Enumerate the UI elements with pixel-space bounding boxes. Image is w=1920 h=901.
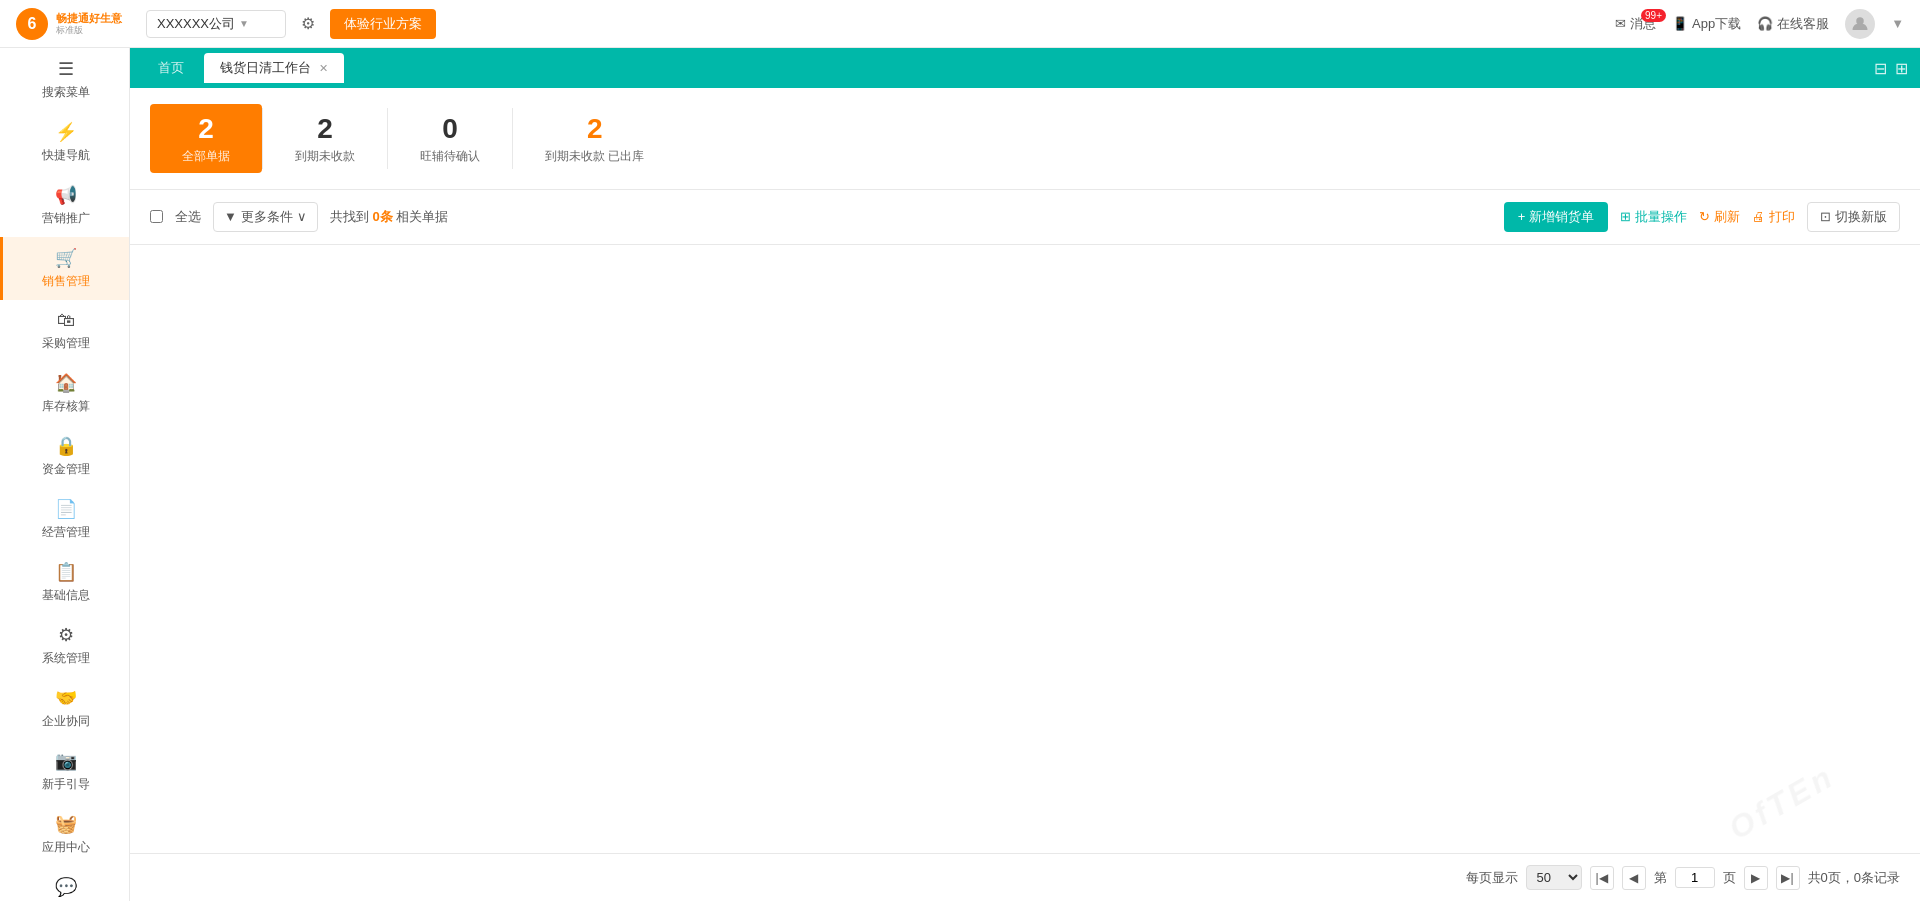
batch-icon: ⊞ <box>1620 209 1631 224</box>
logo-area: 6 畅捷通好生意 标准版 <box>16 8 146 40</box>
messages-btn[interactable]: ✉ 消息 99+ <box>1615 15 1656 33</box>
sidebar-item-operation[interactable]: 📄 经营管理 <box>0 488 129 551</box>
page-first-btn[interactable]: |◀ <box>1590 866 1614 890</box>
select-all-label: 全选 <box>175 208 201 226</box>
page-suffix: 页 <box>1723 869 1736 887</box>
experience-btn[interactable]: 体验行业方案 <box>330 9 436 39</box>
basic-icon: 📋 <box>55 561 77 583</box>
page-prev-btn[interactable]: ◀ <box>1622 866 1646 890</box>
tab-minimize-icon[interactable]: ⊟ <box>1874 59 1887 78</box>
switch-btn[interactable]: ⊡ 切换新版 <box>1807 202 1900 232</box>
message-icon: ✉ <box>1615 16 1626 31</box>
page-content: 2 全部单据 2 到期未收款 0 旺辅待确认 2 到期未收款 已出库 <box>130 88 1920 901</box>
tab-bar: 首页 钱货日清工作台 ✕ ⊟ ⊞ <box>130 48 1920 88</box>
main-layout: ☰ 搜索菜单 ⚡ 快捷导航 📢 营销推广 🛒 销售管理 🛍 采购管理 🏠 库存核… <box>0 48 1920 901</box>
found-count: 0条 <box>373 209 393 224</box>
sidebar-item-system[interactable]: ⚙ 系统管理 <box>0 614 129 677</box>
filter-icon: ▼ <box>224 209 237 224</box>
tab-controls: ⊟ ⊞ <box>1874 59 1908 78</box>
dropdown-arrow-icon: ▼ <box>239 18 249 29</box>
sidebar-item-guide[interactable]: 📷 新手引导 <box>0 740 129 803</box>
batch-btn[interactable]: ⊞ 批量操作 <box>1620 208 1687 226</box>
page-next-btn[interactable]: ▶ <box>1744 866 1768 890</box>
stats-row: 2 全部单据 2 到期未收款 0 旺辅待确认 2 到期未收款 已出库 <box>130 88 1920 190</box>
wechat-icon: 💬 <box>55 876 77 898</box>
new-order-btn[interactable]: + 新增销货单 <box>1504 202 1608 232</box>
online-service-btn[interactable]: 🎧 在线客服 <box>1757 15 1829 33</box>
tab-maximize-icon[interactable]: ⊞ <box>1895 59 1908 78</box>
user-dropdown-icon: ▼ <box>1891 16 1904 31</box>
page-last-btn[interactable]: ▶| <box>1776 866 1800 890</box>
sidebar-item-basic[interactable]: 📋 基础信息 <box>0 551 129 614</box>
stat-pending[interactable]: 0 旺辅待确认 <box>388 104 512 173</box>
found-text: 共找到 0条 相关单据 <box>330 208 448 226</box>
refresh-btn[interactable]: ↻ 刷新 <box>1699 208 1740 226</box>
system-icon: ⚙ <box>58 624 74 646</box>
content-area: 首页 钱货日清工作台 ✕ ⊟ ⊞ 2 全部单据 2 到期未收款 <box>130 48 1920 901</box>
sidebar-item-cooperation[interactable]: 🤝 企业协同 <box>0 677 129 740</box>
print-icon: 🖨 <box>1752 209 1765 224</box>
user-avatar[interactable] <box>1845 9 1875 39</box>
print-btn[interactable]: 🖨 打印 <box>1752 208 1795 226</box>
stat-overdue[interactable]: 2 到期未收款 <box>263 104 387 173</box>
cooperation-icon: 🤝 <box>55 687 77 709</box>
stat-all[interactable]: 2 全部单据 <box>150 104 262 173</box>
top-header: 6 畅捷通好生意 标准版 XXXXXX公司 ▼ ⚙ 体验行业方案 ✉ 消息 99… <box>0 0 1920 48</box>
finance-icon: 🔒 <box>55 435 77 457</box>
total-label: 共0页，0条记录 <box>1808 869 1900 887</box>
company-selector[interactable]: XXXXXX公司 ▼ <box>146 10 286 38</box>
page-size-select[interactable]: 50 100 200 <box>1526 865 1582 890</box>
toolbar-right: + 新增销货单 ⊞ 批量操作 ↻ 刷新 🖨 打印 ⊡ <box>1504 202 1900 232</box>
logo-icon: 6 <box>16 8 48 40</box>
toolbar: 全选 ▼ 更多条件 ∨ 共找到 0条 相关单据 + 新增销货单 ⊞ 批量操作 <box>130 190 1920 245</box>
quick-nav-icon: ⚡ <box>55 121 77 143</box>
stat-shipped[interactable]: 2 到期未收款 已出库 <box>513 104 676 173</box>
user-menu[interactable]: ▼ <box>1891 16 1904 31</box>
page-input[interactable] <box>1675 867 1715 888</box>
page-label: 第 <box>1654 869 1667 887</box>
tab-workbench[interactable]: 钱货日清工作台 ✕ <box>204 53 344 83</box>
sales-icon: 🛒 <box>55 247 77 269</box>
apps-icon: 🧺 <box>55 813 77 835</box>
header-right: ✉ 消息 99+ 📱 App下载 🎧 在线客服 ▼ <box>1615 9 1904 39</box>
marketing-icon: 📢 <box>55 184 77 206</box>
filter-chevron-icon: ∨ <box>297 209 307 224</box>
settings-icon[interactable]: ⚙ <box>294 10 322 38</box>
sidebar-item-marketing[interactable]: 📢 营销推广 <box>0 174 129 237</box>
table-area <box>130 245 1920 853</box>
select-all-checkbox[interactable] <box>150 210 163 223</box>
switch-icon: ⊡ <box>1820 209 1831 224</box>
tab-close-icon[interactable]: ✕ <box>319 62 328 74</box>
refresh-icon: ↻ <box>1699 209 1710 224</box>
messages-badge: 99+ <box>1641 9 1666 22</box>
app-download-icon: 📱 <box>1672 16 1688 31</box>
service-icon: 🎧 <box>1757 16 1773 31</box>
tab-home[interactable]: 首页 <box>142 53 200 83</box>
per-page-label: 每页显示 <box>1466 869 1518 887</box>
guide-icon: 📷 <box>55 750 77 772</box>
sidebar-item-purchase[interactable]: 🛍 采购管理 <box>0 300 129 362</box>
sidebar: ☰ 搜索菜单 ⚡ 快捷导航 📢 营销推广 🛒 销售管理 🛍 采购管理 🏠 库存核… <box>0 48 130 901</box>
logo-text: 畅捷通好生意 标准版 <box>56 11 122 37</box>
sidebar-item-finance[interactable]: 🔒 资金管理 <box>0 425 129 488</box>
purchase-icon: 🛍 <box>57 310 75 331</box>
sidebar-item-search[interactable]: ☰ 搜索菜单 <box>0 48 129 111</box>
operation-icon: 📄 <box>55 498 77 520</box>
sidebar-item-wechat[interactable]: 💬 企业微信 <box>0 866 129 901</box>
sidebar-item-apps[interactable]: 🧺 应用中心 <box>0 803 129 866</box>
sidebar-item-inventory[interactable]: 🏠 库存核算 <box>0 362 129 425</box>
sidebar-item-sales[interactable]: 🛒 销售管理 <box>0 237 129 300</box>
filter-btn[interactable]: ▼ 更多条件 ∨ <box>213 202 318 232</box>
app-download-btn[interactable]: 📱 App下载 <box>1672 15 1741 33</box>
inventory-icon: 🏠 <box>55 372 77 394</box>
search-menu-icon: ☰ <box>58 58 74 80</box>
sidebar-item-nav[interactable]: ⚡ 快捷导航 <box>0 111 129 174</box>
pagination-bar: 每页显示 50 100 200 |◀ ◀ 第 页 ▶ ▶| 共0页，0条记录 <box>130 853 1920 901</box>
